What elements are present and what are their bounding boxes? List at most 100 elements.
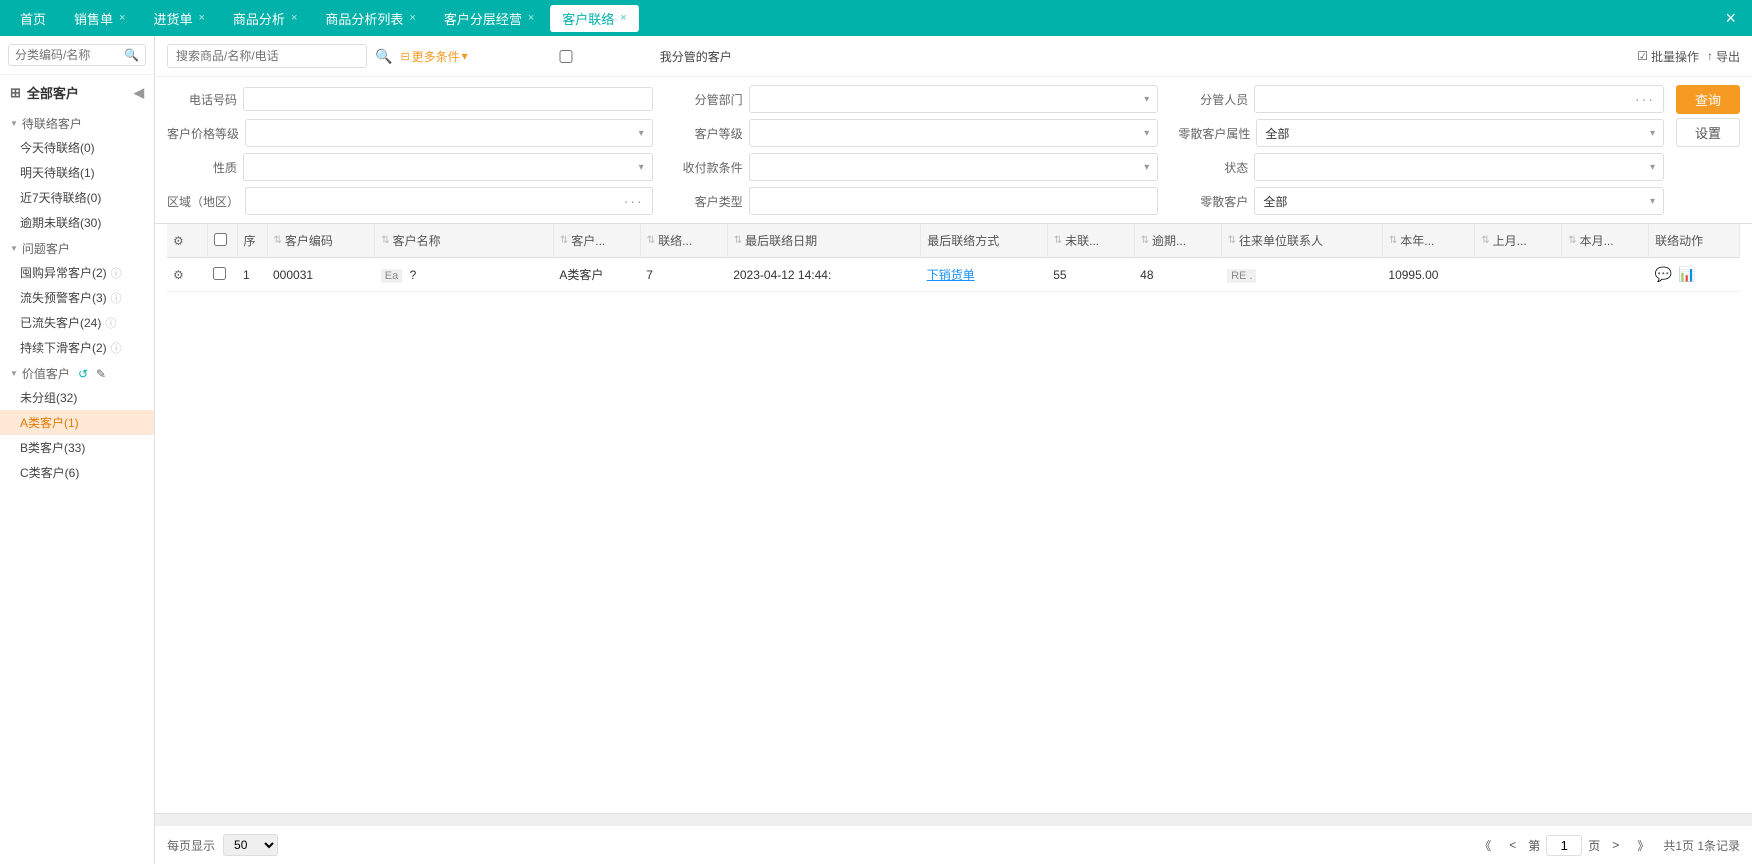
retail-attr-select[interactable]: 全部 ▾ bbox=[1256, 119, 1664, 147]
last-page-btn[interactable]: 》 bbox=[1631, 835, 1655, 856]
nature-select[interactable]: ▾ bbox=[243, 153, 653, 181]
region-dots-icon: ··· bbox=[624, 193, 644, 209]
triangle-icon-3: ▼ bbox=[10, 369, 18, 378]
edit-icon[interactable]: ✎ bbox=[96, 367, 106, 381]
sidebar-search-icon[interactable]: 🔍 bbox=[124, 48, 139, 62]
nav-analysis-list-close[interactable]: × bbox=[409, 12, 415, 24]
message-action-icon[interactable]: 💬 bbox=[1655, 266, 1672, 283]
dept-select[interactable]: ▾ bbox=[749, 85, 1159, 113]
sidebar-item-churn-warn[interactable]: 流失预警客户(3) ⓘ bbox=[0, 285, 154, 310]
row-checkbox[interactable] bbox=[213, 267, 226, 280]
nav-sales[interactable]: 销售单 × bbox=[62, 5, 137, 32]
retail-value: 全部 bbox=[1263, 193, 1287, 210]
status-select[interactable]: ▾ bbox=[1254, 153, 1664, 181]
nav-customer-contact[interactable]: 客户联络 × bbox=[550, 5, 638, 32]
sidebar: 🔍 ⊞ 全部客户 ◀ ▼ 待联络客户 今天待联络(0) 明天待联络(1) 近7天… bbox=[0, 36, 155, 864]
sidebar-item-hoard[interactable]: 囤购异常客户(2) ⓘ bbox=[0, 260, 154, 285]
seq-value: 1 bbox=[243, 268, 250, 282]
person-label: 分管人员 bbox=[1178, 91, 1248, 108]
retail-select[interactable]: 全部 ▾ bbox=[1254, 187, 1664, 215]
nav-purchase[interactable]: 进货单 × bbox=[141, 5, 216, 32]
last-method-link[interactable]: 下销货单 bbox=[927, 268, 975, 282]
code-value: 000031 bbox=[273, 268, 313, 282]
cust-type-label: 客户类型 bbox=[673, 193, 743, 210]
th-last-month: ⇅ 上月... bbox=[1475, 224, 1562, 258]
nature-label: 性质 bbox=[167, 159, 237, 176]
page-number-input[interactable] bbox=[1546, 835, 1582, 856]
search-button[interactable]: 🔍 bbox=[375, 48, 392, 65]
sidebar-item-overdue[interactable]: 逾期未联络(30) bbox=[0, 210, 154, 235]
th-gear: ⚙ bbox=[167, 224, 207, 258]
query-button[interactable]: 查询 bbox=[1676, 85, 1740, 114]
cust-level-select[interactable]: ▾ bbox=[749, 119, 1159, 147]
gear-icon[interactable]: ⚙ bbox=[173, 234, 184, 248]
all-customers-label: 全部客户 bbox=[27, 83, 79, 102]
cust-type-select[interactable] bbox=[749, 187, 1159, 215]
more-conditions-btn[interactable]: ⊟ 更多条件 ▾ bbox=[400, 48, 467, 65]
info-icon-hoard: ⓘ bbox=[111, 265, 122, 281]
nav-sales-close[interactable]: × bbox=[119, 12, 125, 24]
more-conditions-label: 更多条件 bbox=[412, 48, 460, 65]
sidebar-item-tomorrow[interactable]: 明天待联络(1) bbox=[0, 160, 154, 185]
uncontacted-col-label: 未联... bbox=[1065, 232, 1099, 249]
sidebar-collapse-icon[interactable]: ◀ bbox=[134, 85, 144, 101]
nav-analysis[interactable]: 商品分析 × bbox=[221, 5, 309, 32]
payment-select[interactable]: ▾ bbox=[749, 153, 1159, 181]
c-class-label: C类客户(6) bbox=[20, 464, 79, 481]
contact-person-avatar: RE . bbox=[1227, 269, 1256, 283]
actions-cell: 💬 📊 bbox=[1649, 258, 1740, 292]
my-customers-checkbox[interactable] bbox=[476, 50, 656, 63]
nav-home[interactable]: 首页 bbox=[8, 5, 58, 32]
batch-op-btn[interactable]: ☑ 批量操作 bbox=[1637, 48, 1699, 65]
horizontal-scrollbar[interactable] bbox=[155, 813, 1752, 825]
sidebar-item-b-class[interactable]: B类客户(33) bbox=[0, 435, 154, 460]
info-icon-churn-warn: ⓘ bbox=[111, 290, 122, 306]
sidebar-item-c-class[interactable]: C类客户(6) bbox=[0, 460, 154, 485]
search-input[interactable] bbox=[167, 44, 367, 68]
window-close-button[interactable]: × bbox=[1717, 8, 1744, 29]
row-gear-icon[interactable]: ⚙ bbox=[173, 268, 184, 282]
filter-person: 分管人员 ··· bbox=[1178, 85, 1664, 113]
sort-icon-year: ⇅ bbox=[1389, 235, 1397, 246]
overdue-value: 48 bbox=[1140, 268, 1153, 282]
per-page-select[interactable]: 50 20 100 bbox=[223, 834, 278, 856]
page-label: 第 bbox=[1528, 837, 1540, 854]
select-all-checkbox[interactable] bbox=[214, 233, 227, 246]
sidebar-item-a-class[interactable]: A类客户(1) bbox=[0, 410, 154, 435]
sidebar-item-today[interactable]: 今天待联络(0) bbox=[0, 135, 154, 160]
sidebar-item-declining[interactable]: 持续下滑客户(2) ⓘ bbox=[0, 335, 154, 360]
refresh-icon[interactable]: ↺ bbox=[78, 367, 88, 381]
prev-page-btn[interactable]: < bbox=[1503, 836, 1522, 854]
my-customers-checkbox-label[interactable]: 我分管的客户 bbox=[476, 48, 732, 65]
retail-chevron-icon: ▾ bbox=[1650, 196, 1655, 207]
price-level-select[interactable]: ▾ bbox=[245, 119, 653, 147]
nav-customer-segment-close[interactable]: × bbox=[528, 12, 534, 24]
nav-customer-contact-close[interactable]: × bbox=[620, 12, 626, 24]
chart-action-icon[interactable]: 📊 bbox=[1678, 266, 1695, 283]
export-btn[interactable]: ↑ 导出 bbox=[1707, 48, 1740, 65]
triangle-icon-2: ▼ bbox=[10, 244, 18, 253]
nav-purchase-close[interactable]: × bbox=[198, 12, 204, 24]
nav-customer-segment[interactable]: 客户分层经营 × bbox=[432, 5, 546, 32]
person-select[interactable]: ··· bbox=[1254, 85, 1664, 113]
nav-analysis-close[interactable]: × bbox=[291, 12, 297, 24]
phone-input[interactable] bbox=[243, 87, 653, 111]
th-seq: 序 bbox=[237, 224, 267, 258]
payment-label: 收付款条件 bbox=[673, 159, 743, 176]
settings-button[interactable]: 设置 bbox=[1676, 118, 1740, 147]
sidebar-group-value[interactable]: ▼ 价值客户 ↺ ✎ bbox=[0, 360, 154, 385]
th-this-month: ⇅ 本月... bbox=[1562, 224, 1649, 258]
table-row: ⚙ 1 000031 Ea ? bbox=[167, 258, 1740, 292]
filter-cust-level: 客户等级 ▾ bbox=[673, 119, 1159, 147]
first-page-btn[interactable]: 《 bbox=[1473, 835, 1497, 856]
nav-analysis-list[interactable]: 商品分析列表 × bbox=[313, 5, 427, 32]
sidebar-group-problem[interactable]: ▼ 问题客户 bbox=[0, 235, 154, 260]
region-select[interactable]: ··· bbox=[245, 187, 653, 215]
sidebar-item-ungroup[interactable]: 未分组(32) bbox=[0, 385, 154, 410]
batch-op-label: 批量操作 bbox=[1651, 48, 1699, 65]
next-page-btn[interactable]: > bbox=[1606, 836, 1625, 854]
sidebar-group-pending[interactable]: ▼ 待联络客户 bbox=[0, 110, 154, 135]
sidebar-item-churned[interactable]: 已流失客户(24) ⓘ bbox=[0, 310, 154, 335]
this-year-value: 10995.00 bbox=[1388, 268, 1438, 282]
sidebar-item-7days[interactable]: 近7天待联络(0) bbox=[0, 185, 154, 210]
